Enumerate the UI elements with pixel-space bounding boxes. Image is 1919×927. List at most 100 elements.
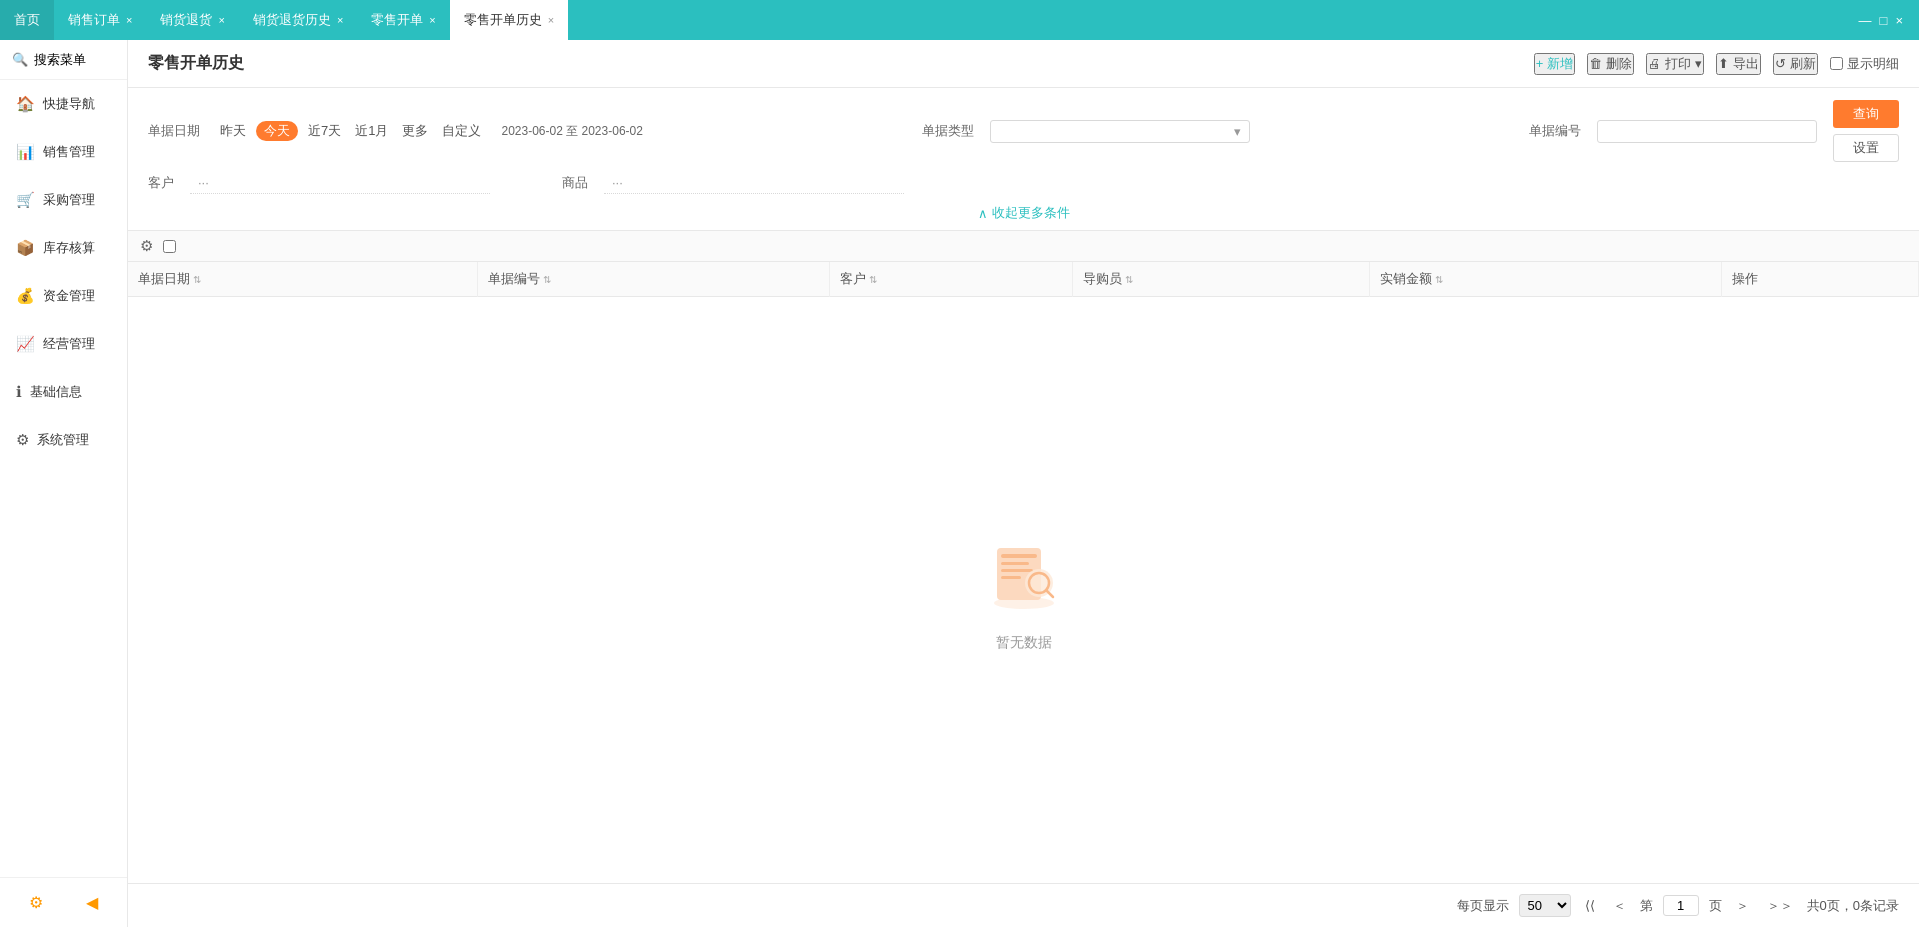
svg-rect-5 — [1001, 576, 1021, 579]
date-option-近7天[interactable]: 近7天 — [304, 121, 345, 141]
bill-type-dropdown-icon: ▾ — [1234, 124, 1241, 139]
top-bar: 首页销售订单×销货退货×销货退货历史×零售开单×零售开单历史× — □ × — [0, 0, 1919, 40]
sort-icon: ⇅ — [1435, 274, 1443, 285]
sidebar-icon: 📈 — [16, 335, 35, 353]
export-button[interactable]: ⬆ 导出 — [1716, 53, 1761, 75]
tab-销货退货历史[interactable]: 销货退货历史× — [239, 0, 357, 40]
bill-no-label: 单据编号 — [1529, 122, 1581, 140]
per-page-label: 每页显示 — [1457, 897, 1509, 915]
sort-icon: ⇅ — [543, 274, 551, 285]
tab-bar: 首页销售订单×销货退货×销货退货历史×零售开单×零售开单历史× — [0, 0, 1859, 40]
col-header-导购员[interactable]: 导购员⇅ — [1072, 262, 1369, 297]
refresh-button[interactable]: ↺ 刷新 — [1773, 53, 1818, 75]
tab-close-icon[interactable]: × — [337, 14, 343, 26]
col-header-操作: 操作 — [1722, 262, 1919, 297]
page-number-input[interactable]: 1 — [1663, 895, 1699, 916]
settings-icon[interactable]: ⚙ — [29, 893, 43, 912]
sidebar-item-销售管理[interactable]: 📊销售管理 — [0, 128, 127, 176]
prev-page-button[interactable]: ＜ — [1609, 895, 1630, 917]
display-detail-checkbox[interactable] — [1830, 57, 1843, 70]
tab-销售订单[interactable]: 销售订单× — [54, 0, 146, 40]
sidebar-item-系统管理[interactable]: ⚙ 系统管理 — [0, 416, 127, 464]
customer-label: 客户 — [148, 174, 174, 192]
sidebar-icon: 🏠 — [16, 95, 35, 113]
sidebar-item-快捷导航[interactable]: 🏠 快捷导航 — [0, 80, 127, 128]
pagination-bar: 每页显示 102050100 ⟨⟨ ＜ 第 1 页 ＞ ＞＞ 共0页，0条记录 — [128, 883, 1919, 927]
sidebar-icon: 📊 — [16, 143, 35, 161]
date-option-更多[interactable]: 更多 — [398, 121, 432, 141]
first-page-button[interactable]: ⟨⟨ — [1581, 896, 1599, 915]
page-title: 零售开单历史 — [148, 53, 1534, 74]
goods-input[interactable]: ··· — [604, 172, 904, 194]
maximize-button[interactable]: □ — [1880, 13, 1888, 28]
date-option-自定义[interactable]: 自定义 — [438, 121, 485, 141]
svg-rect-4 — [1001, 569, 1033, 572]
export-icon: ⬆ — [1718, 56, 1729, 71]
select-all-checkbox[interactable] — [163, 240, 176, 253]
sidebar-item-label: 经营管理 — [43, 335, 95, 353]
svg-rect-2 — [1001, 554, 1037, 558]
collapse-button[interactable]: ∧ 收起更多条件 — [978, 204, 1070, 222]
page-prefix-label: 第 — [1640, 897, 1653, 915]
page-suffix-label: 页 — [1709, 897, 1722, 915]
sidebar-icon: 💰 — [16, 287, 35, 305]
per-page-select[interactable]: 102050100 — [1519, 894, 1571, 917]
delete-button[interactable]: 🗑 删除 — [1587, 53, 1634, 75]
print-icon: 🖨 — [1648, 56, 1661, 71]
tab-首页[interactable]: 首页 — [0, 0, 54, 40]
tab-零售开单[interactable]: 零售开单× — [357, 0, 449, 40]
next-page-button[interactable]: ＞ — [1732, 895, 1753, 917]
sidebar-item-库存核算[interactable]: 📦库存核算 — [0, 224, 127, 272]
sidebar-bottom: ⚙ ◀ — [0, 877, 127, 927]
search-menu-button[interactable]: 🔍 搜索菜单 — [0, 40, 127, 80]
sidebar-item-基础信息[interactable]: ℹ 基础信息 — [0, 368, 127, 416]
empty-text: 暂无数据 — [996, 634, 1052, 652]
sidebar: 🔍 搜索菜单 🏠 快捷导航 📊销售管理🛒采购管理📦库存核算💰资金管理 📈 经营管理 ℹ 基础… — [0, 40, 128, 927]
col-header-实销金额[interactable]: 实销金额⇅ — [1370, 262, 1722, 297]
window-close-button[interactable]: × — [1895, 13, 1903, 28]
col-header-单据日期[interactable]: 单据日期⇅ — [128, 262, 478, 297]
display-detail-toggle[interactable]: 显示明细 — [1830, 55, 1899, 73]
sidebar-item-label: 快捷导航 — [43, 95, 95, 113]
add-button[interactable]: + 新增 — [1534, 53, 1575, 75]
tab-零售开单历史[interactable]: 零售开单历史× — [450, 0, 568, 40]
date-option-今天[interactable]: 今天 — [256, 121, 298, 141]
col-header-单据编号[interactable]: 单据编号⇅ — [478, 262, 830, 297]
date-option-近1月[interactable]: 近1月 — [351, 121, 392, 141]
setting-button[interactable]: 设置 — [1833, 134, 1899, 162]
main-layout: 🔍 搜索菜单 🏠 快捷导航 📊销售管理🛒采购管理📦库存核算💰资金管理 📈 经营管理 ℹ 基础… — [0, 40, 1919, 927]
tab-close-icon[interactable]: × — [548, 14, 554, 26]
sidebar-icon: ⚙ — [16, 431, 29, 449]
svg-rect-3 — [1001, 562, 1029, 565]
col-header-客户[interactable]: 客户⇅ — [830, 262, 1073, 297]
customer-input[interactable]: ··· — [190, 172, 490, 194]
sidebar-item-采购管理[interactable]: 🛒采购管理 — [0, 176, 127, 224]
sidebar-icon: 🛒 — [16, 191, 35, 209]
sidebar-item-label: 库存核算 — [43, 239, 95, 257]
sidebar-item-label: 基础信息 — [30, 383, 82, 401]
tab-close-icon[interactable]: × — [429, 14, 435, 26]
date-option-昨天[interactable]: 昨天 — [216, 121, 250, 141]
minimize-button[interactable]: — — [1859, 13, 1872, 28]
last-page-button[interactable]: ＞＞ — [1763, 895, 1797, 917]
query-button[interactable]: 查询 — [1833, 100, 1899, 128]
print-button[interactable]: 🖨 打印 ▾ — [1646, 53, 1704, 75]
sidebar-item-资金管理[interactable]: 💰资金管理 — [0, 272, 127, 320]
bill-type-label: 单据类型 — [922, 122, 974, 140]
content-area: 零售开单历史 + 新增 🗑 删除 🖨 打印 ▾ ⬆ 导出 ↺ — [128, 40, 1919, 927]
tab-close-icon[interactable]: × — [126, 14, 132, 26]
sidebar-item-label: 系统管理 — [37, 431, 89, 449]
refresh-icon: ↺ — [1775, 56, 1786, 71]
delete-icon: 🗑 — [1589, 56, 1602, 71]
header-actions: + 新增 🗑 删除 🖨 打印 ▾ ⬆ 导出 ↺ 刷新 — [1534, 53, 1899, 75]
sidebar-item-经营管理[interactable]: 📈 经营管理 — [0, 320, 127, 368]
table-settings-icon[interactable]: ⚙ — [140, 237, 153, 255]
data-table: 单据日期⇅单据编号⇅客户⇅导购员⇅实销金额⇅操作 — [128, 262, 1919, 297]
tab-close-icon[interactable]: × — [218, 14, 224, 26]
collapse-icon[interactable]: ◀ — [86, 893, 98, 912]
bill-no-input[interactable] — [1597, 120, 1817, 143]
sort-icon: ⇅ — [869, 274, 877, 285]
sidebar-icon: ℹ — [16, 383, 22, 401]
tab-销货退货[interactable]: 销货退货× — [146, 0, 238, 40]
bill-type-select[interactable]: ▾ — [990, 120, 1250, 143]
